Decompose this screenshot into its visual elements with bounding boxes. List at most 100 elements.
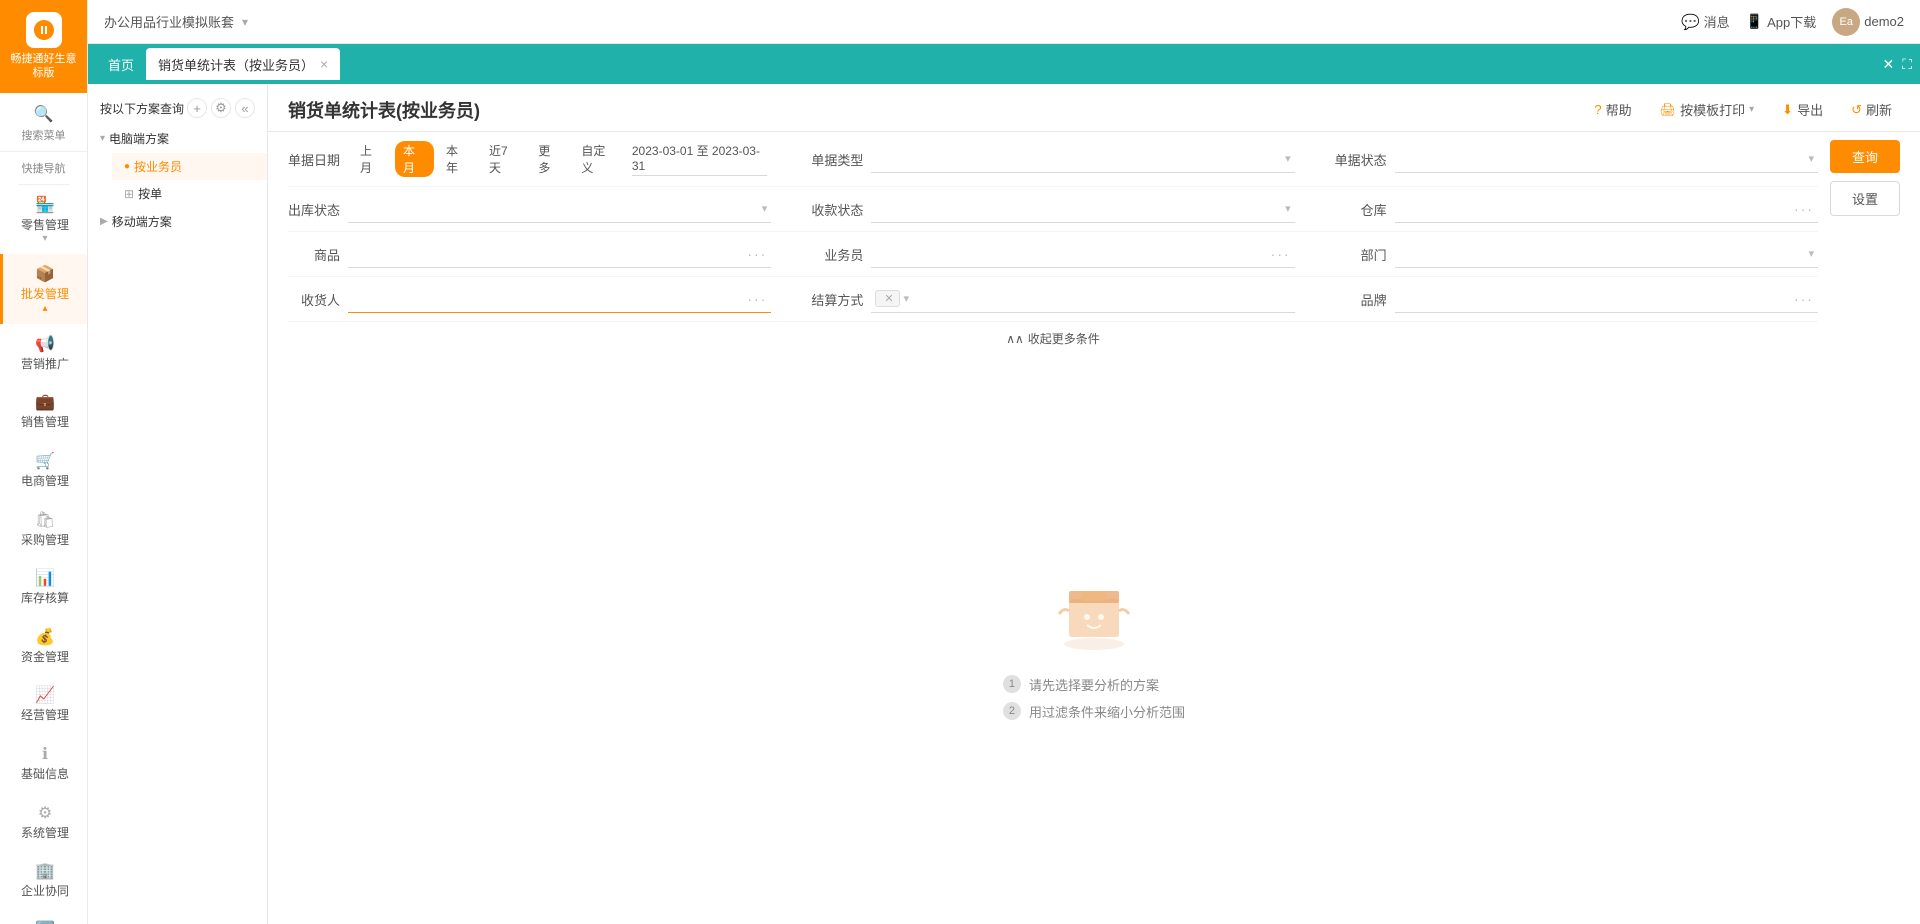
tab-maximize: ✕ ⛶: [1882, 56, 1912, 73]
filter-col-salesperson: 业务员 ···: [811, 240, 1294, 268]
date-range-text: 2023-03-01 至 2023-03-31: [632, 142, 767, 176]
paystatus-input[interactable]: ▾: [871, 195, 1294, 223]
app-download-label: App下载: [1767, 12, 1816, 31]
setting-button[interactable]: 设置: [1830, 181, 1900, 216]
content-area: 按以下方案查询 + ⚙ « ▾ 电脑端方案 ● 按业务员: [88, 84, 1920, 924]
doctype-input[interactable]: ▾: [871, 145, 1294, 173]
top-header: 办公用品行业模拟账套 ▾ 💬 消息 📱 App下载 Ea demo2: [88, 0, 1920, 44]
filter-section: 单据日期 上月 本月 本年 近7天 更多 自定义 2023-03-01 至 20…: [268, 132, 1920, 355]
message-btn[interactable]: 💬 消息: [1681, 12, 1730, 31]
salesperson-input[interactable]: ···: [871, 240, 1294, 268]
empty-icon: [1044, 559, 1144, 659]
maximize-icon[interactable]: ⛶: [1902, 56, 1912, 73]
help-btn[interactable]: ? 帮助: [1586, 96, 1639, 123]
receiver-label: 收货人: [288, 290, 348, 309]
date-tab-more[interactable]: 更多: [530, 140, 569, 178]
filter-buttons: 查询 设置: [1818, 132, 1900, 216]
settlement-input[interactable]: ✕ ▾: [871, 285, 1294, 313]
collapse-label: 收起更多条件: [1028, 330, 1100, 347]
filter-row-1: 单据日期 上月 本月 本年 近7天 更多 自定义 2023-03-01 至 20…: [288, 132, 1818, 187]
tab-close-icon[interactable]: ×: [320, 57, 328, 71]
sidebar-item-marketing[interactable]: 📢 营销推广: [0, 324, 87, 383]
logo-icon: [26, 12, 62, 48]
finance-icon: 💰: [35, 627, 55, 647]
nav-label: 批发管理: [21, 287, 69, 303]
page-header: 销货单统计表(按业务员) ? 帮助 🖨 按模板打印 ▾ ⬇ 导出: [268, 84, 1920, 132]
header-dropdown[interactable]: ▾: [242, 15, 248, 29]
goods-input[interactable]: ···: [348, 240, 771, 268]
empty-hint-2: 2 用过滤条件来缩小分析范围: [1003, 702, 1185, 721]
enterprise-icon: 🏢: [35, 861, 55, 881]
tab-home[interactable]: 首页: [96, 48, 146, 80]
docstatus-label: 单据状态: [1335, 150, 1395, 169]
sidebar-item-sales[interactable]: 💼 销售管理: [0, 382, 87, 441]
date-tab-this-month[interactable]: 本月: [395, 141, 434, 177]
sidebar-logo[interactable]: 畅捷通好生意 标版: [0, 0, 87, 93]
sidebar-item-purchase[interactable]: 🛍 采购管理: [0, 500, 87, 559]
paystatus-arrow-icon: ▾: [1285, 202, 1291, 215]
tree-node-pc[interactable]: ▾ 电脑端方案: [88, 124, 267, 153]
goods-label: 商品: [288, 245, 348, 264]
nav-label: 采购管理: [21, 533, 69, 549]
sidebar-item-finance[interactable]: 💰 资金管理: [0, 617, 87, 676]
date-tab-custom[interactable]: 自定义: [573, 140, 623, 178]
filter-col-brand: 品牌 ···: [1335, 285, 1818, 313]
settlement-tag-close[interactable]: ✕: [884, 292, 893, 305]
avatar-circle: Ea: [1832, 8, 1860, 36]
receiver-input[interactable]: ···: [348, 285, 771, 313]
search-icon: 🔍: [34, 104, 54, 124]
date-tab-last-month[interactable]: 上月: [352, 140, 391, 178]
tree-node-by-order[interactable]: ⊞ 按单: [112, 180, 267, 207]
date-tab-7days[interactable]: 近7天: [481, 140, 526, 178]
paystatus-label: 收款状态: [811, 200, 871, 219]
retail-icon: 🏪: [35, 195, 55, 215]
export-btn[interactable]: ⬇ 导出: [1774, 96, 1831, 123]
warehouse-input[interactable]: ···: [1395, 195, 1818, 223]
tree-node-by-salesperson[interactable]: ● 按业务员: [112, 153, 267, 180]
sidebar-item-enterprise[interactable]: 🏢 企业协同: [0, 851, 87, 910]
user-avatar[interactable]: Ea demo2: [1832, 8, 1904, 36]
refresh-btn[interactable]: ↺ 刷新: [1843, 96, 1900, 123]
filter-col-doctype: 单据类型 ▾: [811, 145, 1294, 173]
refresh-label: 刷新: [1866, 100, 1892, 119]
settlement-tag: ✕: [875, 290, 899, 307]
dept-arrow-icon: ▾: [1808, 247, 1814, 260]
header-left: 办公用品行业模拟账套 ▾: [104, 12, 248, 31]
tab-sales-stat[interactable]: 销货单统计表（按业务员） ×: [146, 48, 340, 80]
print-btn[interactable]: 🖨 按模板打印 ▾: [1652, 96, 1763, 123]
dept-label: 部门: [1335, 245, 1395, 264]
main-area: 办公用品行业模拟账套 ▾ 💬 消息 📱 App下载 Ea demo2 首页: [88, 0, 1920, 924]
date-tab-this-year[interactable]: 本年: [438, 140, 477, 178]
nav-arrow: ▴: [42, 303, 47, 314]
help-label: 帮助: [1606, 100, 1632, 119]
sidebar-item-inventory[interactable]: 📊 库存核算: [0, 558, 87, 617]
tree-node-mobile[interactable]: ▶ 移动端方案: [88, 207, 267, 236]
sidebar-item-guide[interactable]: 🆕 新手引导: [0, 910, 87, 924]
shortcut-nav[interactable]: 快捷导航: [18, 152, 70, 185]
sidebar-item-ecommerce[interactable]: 🛒 电商管理: [0, 441, 87, 500]
sidebar-item-system[interactable]: ⚙ 系统管理: [0, 793, 87, 852]
sidebar-item-wholesale[interactable]: 📦 批发管理 ▴: [0, 254, 87, 324]
brand-input[interactable]: ···: [1395, 285, 1818, 313]
dept-input[interactable]: ▾: [1395, 240, 1818, 268]
logo-text: 畅捷通好生意 标版: [6, 52, 81, 81]
add-scheme-btn[interactable]: +: [187, 98, 207, 118]
nav-label: 营销推广: [21, 357, 69, 373]
setting-scheme-btn[interactable]: ⚙: [211, 98, 231, 118]
app-download-btn[interactable]: 📱 App下载: [1746, 12, 1817, 31]
sidebar-item-operation[interactable]: 📈 经营管理: [0, 675, 87, 734]
date-filter-input[interactable]: 上月 本月 本年 近7天 更多 自定义 2023-03-01 至 2023-03…: [348, 140, 771, 178]
left-panel: 按以下方案查询 + ⚙ « ▾ 电脑端方案 ● 按业务员: [88, 84, 268, 924]
help-icon: ?: [1594, 102, 1601, 117]
outstatus-input[interactable]: ▾: [348, 195, 771, 223]
sidebar-item-basic[interactable]: ℹ 基础信息: [0, 734, 87, 793]
close-window-icon[interactable]: ✕: [1882, 56, 1894, 73]
sidebar-item-retail[interactable]: 🏪 零售管理 ▾: [0, 185, 87, 255]
tree-expand-icon: ▾: [100, 133, 105, 144]
query-button[interactable]: 查询: [1830, 140, 1900, 173]
collapse-btn[interactable]: ∧∧ 收起更多条件: [1006, 330, 1100, 347]
docstatus-input[interactable]: ▾: [1395, 145, 1818, 173]
print-dropdown-icon[interactable]: ▾: [1749, 104, 1754, 115]
collapse-panel-btn[interactable]: «: [235, 98, 255, 118]
sidebar-search[interactable]: 🔍 搜索菜单: [0, 93, 87, 152]
